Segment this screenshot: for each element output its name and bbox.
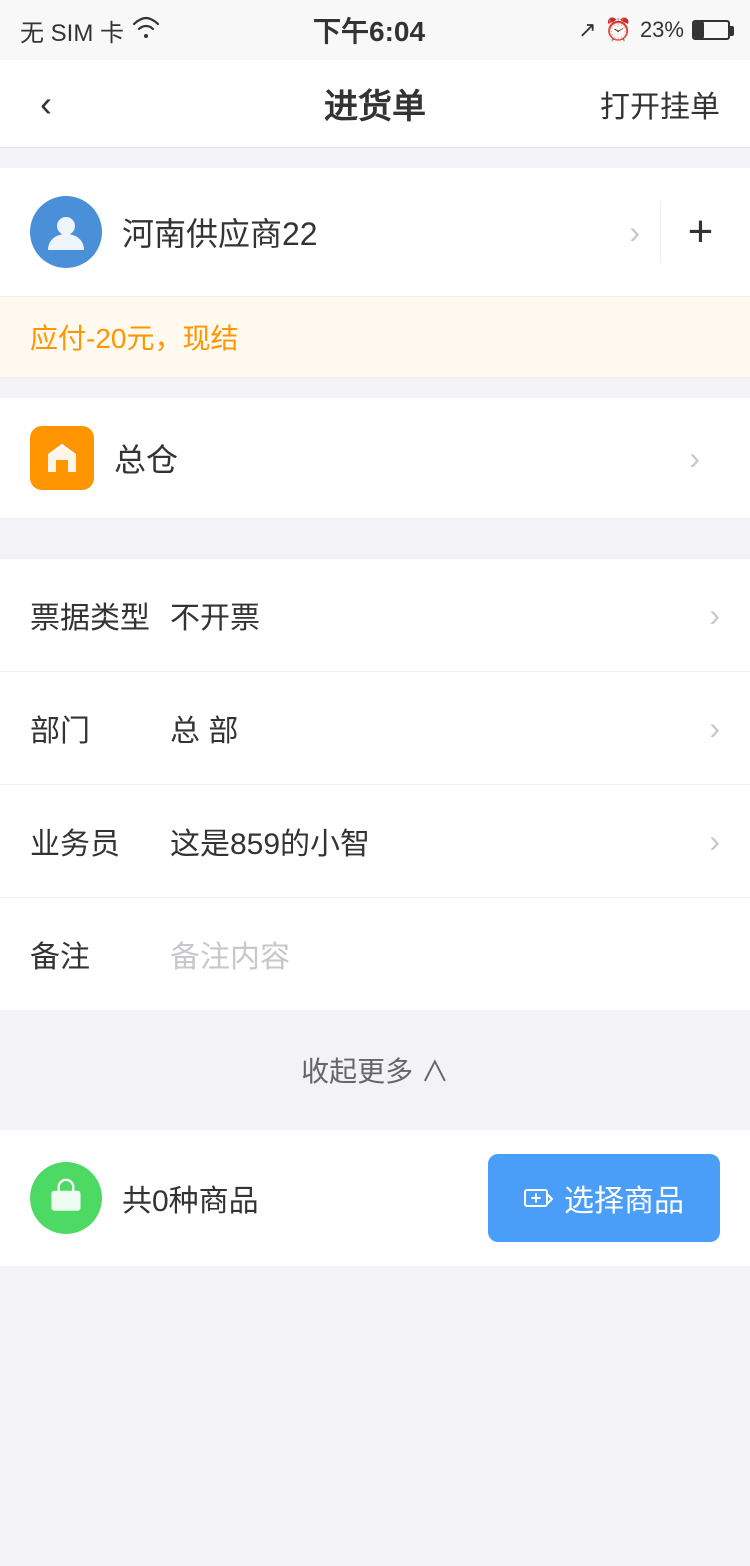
- location-icon: ↗: [578, 17, 596, 43]
- remark-input[interactable]: 备注内容: [150, 932, 720, 976]
- wifi-icon: [132, 16, 160, 44]
- dept-row[interactable]: 部门 总 部 ›: [0, 672, 750, 785]
- sales-row[interactable]: 业务员 这是859的小智 ›: [0, 785, 750, 898]
- invoice-chevron-icon: ›: [709, 597, 720, 634]
- dept-label: 部门: [30, 706, 150, 750]
- warehouse-section: 总仓 ›: [0, 398, 750, 519]
- dept-value: 总 部: [150, 706, 709, 750]
- battery-text: 23%: [640, 17, 684, 43]
- supplier-avatar: [30, 196, 102, 268]
- dept-chevron-icon: ›: [709, 710, 720, 747]
- alarm-icon: ⏰: [605, 17, 632, 43]
- supplier-name: 河南供应商22: [122, 209, 629, 255]
- add-supplier-button[interactable]: +: [660, 202, 720, 262]
- form-section: 票据类型 不开票 › 部门 总 部 › 业务员 这是859的小智 › 备注 备注…: [0, 559, 750, 1010]
- supplier-section: 河南供应商22 › + 应付-20元，现结: [0, 168, 750, 378]
- warehouse-icon: [30, 426, 94, 490]
- remark-label: 备注: [30, 932, 150, 976]
- invoice-value: 不开票: [150, 593, 709, 637]
- mid-divider: [0, 378, 750, 398]
- sales-chevron-icon: ›: [709, 823, 720, 860]
- product-count: 共0种商品: [122, 1176, 488, 1220]
- status-bar: 无 SIM 卡 下午6:04 ↗ ⏰ 23%: [0, 0, 750, 60]
- page-title: 进货单: [324, 79, 426, 128]
- collapse-label: 收起更多 ∧: [301, 1050, 449, 1090]
- sales-value: 这是859的小智: [150, 819, 709, 863]
- sales-label: 业务员: [30, 819, 150, 863]
- warehouse-row[interactable]: 总仓 ›: [0, 398, 750, 519]
- remark-row[interactable]: 备注 备注内容: [0, 898, 750, 1010]
- warehouse-name: 总仓: [114, 435, 689, 481]
- bottom-bar: 共0种商品 选择商品: [0, 1130, 750, 1266]
- status-time: 下午6:04: [313, 10, 425, 50]
- nav-bar: ‹ 进货单 打开挂单: [0, 60, 750, 148]
- back-button[interactable]: ‹: [30, 73, 62, 135]
- invoice-row[interactable]: 票据类型 不开票 ›: [0, 559, 750, 672]
- carrier-text: 无 SIM 卡: [20, 13, 124, 48]
- supplier-row[interactable]: 河南供应商22 › +: [0, 168, 750, 297]
- select-product-label: 选择商品: [564, 1176, 684, 1220]
- notice-text: 应付-20元，现结: [30, 323, 238, 354]
- status-left: 无 SIM 卡: [20, 13, 160, 48]
- battery-icon: [692, 20, 730, 40]
- page-background: [0, 1266, 750, 1566]
- status-right: ↗ ⏰ 23%: [578, 17, 730, 43]
- invoice-label: 票据类型: [30, 593, 150, 637]
- top-divider: [0, 148, 750, 168]
- open-pending-button[interactable]: 打开挂单: [600, 82, 720, 126]
- select-product-button[interactable]: 选择商品: [488, 1154, 720, 1242]
- collapse-bar[interactable]: 收起更多 ∧: [0, 1030, 750, 1110]
- form-divider: [0, 519, 750, 539]
- warehouse-chevron-icon: ›: [689, 440, 700, 477]
- product-icon: [30, 1162, 102, 1234]
- supplier-chevron-icon: ›: [629, 214, 640, 251]
- notice-bar: 应付-20元，现结: [0, 297, 750, 378]
